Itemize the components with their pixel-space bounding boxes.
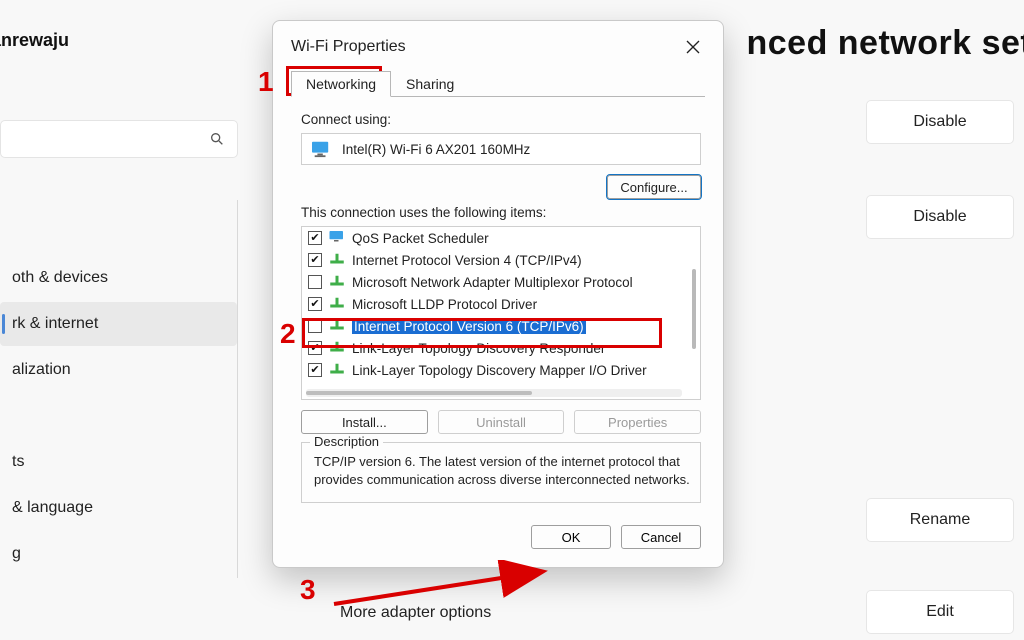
items-label: This connection uses the following items… xyxy=(301,205,701,220)
protocol-icon xyxy=(328,339,346,358)
sidebar-item[interactable]: rk & internet xyxy=(0,302,237,346)
cancel-button[interactable]: Cancel xyxy=(621,525,701,549)
protocol-item[interactable]: Internet Protocol Version 4 (TCP/IPv4) xyxy=(302,249,686,271)
description-legend: Description xyxy=(310,434,383,449)
protocol-checkbox[interactable] xyxy=(308,275,322,289)
dialog-titlebar: Wi-Fi Properties xyxy=(273,21,723,63)
adapter-icon xyxy=(310,140,332,158)
protocol-label: Internet Protocol Version 4 (TCP/IPv4) xyxy=(352,253,582,268)
protocol-item[interactable]: Microsoft LLDP Protocol Driver xyxy=(302,293,686,315)
protocol-item[interactable]: Microsoft Network Adapter Multiplexor Pr… xyxy=(302,271,686,293)
protocol-checkbox[interactable] xyxy=(308,319,322,333)
sidebar-item[interactable] xyxy=(0,394,237,438)
sidebar-item[interactable]: oth & devices xyxy=(0,256,237,300)
sidebar-item[interactable]: g xyxy=(0,532,237,576)
protocol-item[interactable]: Link-Layer Topology Discovery Mapper I/O… xyxy=(302,359,686,381)
protocol-listbox[interactable]: QoS Packet Scheduler Internet Protocol Ve… xyxy=(301,226,701,400)
close-button[interactable] xyxy=(677,33,709,61)
more-adapter-options-label: More adapter options xyxy=(340,604,491,622)
settings-nav: oth & devicesrk & internetalization ts& l… xyxy=(0,200,238,578)
rename-button[interactable]: Rename xyxy=(866,498,1014,542)
search-icon xyxy=(209,131,225,147)
dialog-title: Wi-Fi Properties xyxy=(291,38,406,56)
adapter-field[interactable]: Intel(R) Wi-Fi 6 AX201 160MHz xyxy=(301,133,701,165)
adapter-name: Intel(R) Wi-Fi 6 AX201 160MHz xyxy=(342,142,530,157)
protocol-checkbox[interactable] xyxy=(308,341,322,355)
horizontal-scrollbar[interactable] xyxy=(306,389,682,397)
protocol-label: Microsoft Network Adapter Multiplexor Pr… xyxy=(352,275,633,290)
edit-button[interactable]: Edit xyxy=(866,590,1014,634)
protocol-checkbox[interactable] xyxy=(308,363,322,377)
protocol-label: Internet Protocol Version 6 (TCP/IPv6) xyxy=(352,319,586,334)
tab-sharing[interactable]: Sharing xyxy=(391,71,469,97)
sidebar-item[interactable] xyxy=(0,210,237,254)
close-icon xyxy=(686,40,700,54)
connect-using-label: Connect using: xyxy=(301,112,701,127)
properties-button: Properties xyxy=(574,410,701,434)
vertical-scrollbar[interactable] xyxy=(688,229,700,389)
protocol-item[interactable]: QoS Packet Scheduler xyxy=(302,227,686,249)
sidebar-item[interactable]: alization xyxy=(0,348,237,392)
settings-search-input[interactable] xyxy=(0,120,238,158)
protocol-icon xyxy=(328,361,346,380)
disable-button[interactable]: Disable xyxy=(866,195,1014,239)
protocol-icon xyxy=(328,317,346,336)
wifi-properties-dialog: Wi-Fi Properties NetworkingSharing Conne… xyxy=(272,20,724,568)
protocol-icon xyxy=(328,229,346,248)
protocol-icon xyxy=(328,273,346,292)
protocol-checkbox[interactable] xyxy=(308,253,322,267)
sidebar-item[interactable]: & language xyxy=(0,486,237,530)
dialog-tabs: NetworkingSharing xyxy=(273,63,723,97)
protocol-label: Microsoft LLDP Protocol Driver xyxy=(352,297,537,312)
sidebar-item[interactable]: ts xyxy=(0,440,237,484)
description-text: TCP/IP version 6. The latest version of … xyxy=(314,453,690,488)
install-button[interactable]: Install... xyxy=(301,410,428,434)
protocol-item[interactable]: Link-Layer Topology Discovery Responder xyxy=(302,337,686,359)
protocol-checkbox[interactable] xyxy=(308,297,322,311)
disable-button[interactable]: Disable xyxy=(866,100,1014,144)
protocol-label: Link-Layer Topology Discovery Responder xyxy=(352,341,605,356)
protocol-icon xyxy=(328,295,346,314)
account-name: diq Olanrewaju xyxy=(0,30,69,51)
configure-button[interactable]: Configure... xyxy=(607,175,701,199)
uninstall-button: Uninstall xyxy=(438,410,565,434)
ok-button[interactable]: OK xyxy=(531,525,611,549)
description-group: Description TCP/IP version 6. The latest… xyxy=(301,442,701,503)
protocol-label: QoS Packet Scheduler xyxy=(352,231,489,246)
page-title: nced network setti xyxy=(746,24,1024,63)
protocol-icon xyxy=(328,251,346,270)
protocol-label: Link-Layer Topology Discovery Mapper I/O… xyxy=(352,363,647,378)
tab-networking[interactable]: Networking xyxy=(291,71,391,97)
protocol-checkbox[interactable] xyxy=(308,231,322,245)
protocol-item[interactable]: Internet Protocol Version 6 (TCP/IPv6) xyxy=(302,315,686,337)
